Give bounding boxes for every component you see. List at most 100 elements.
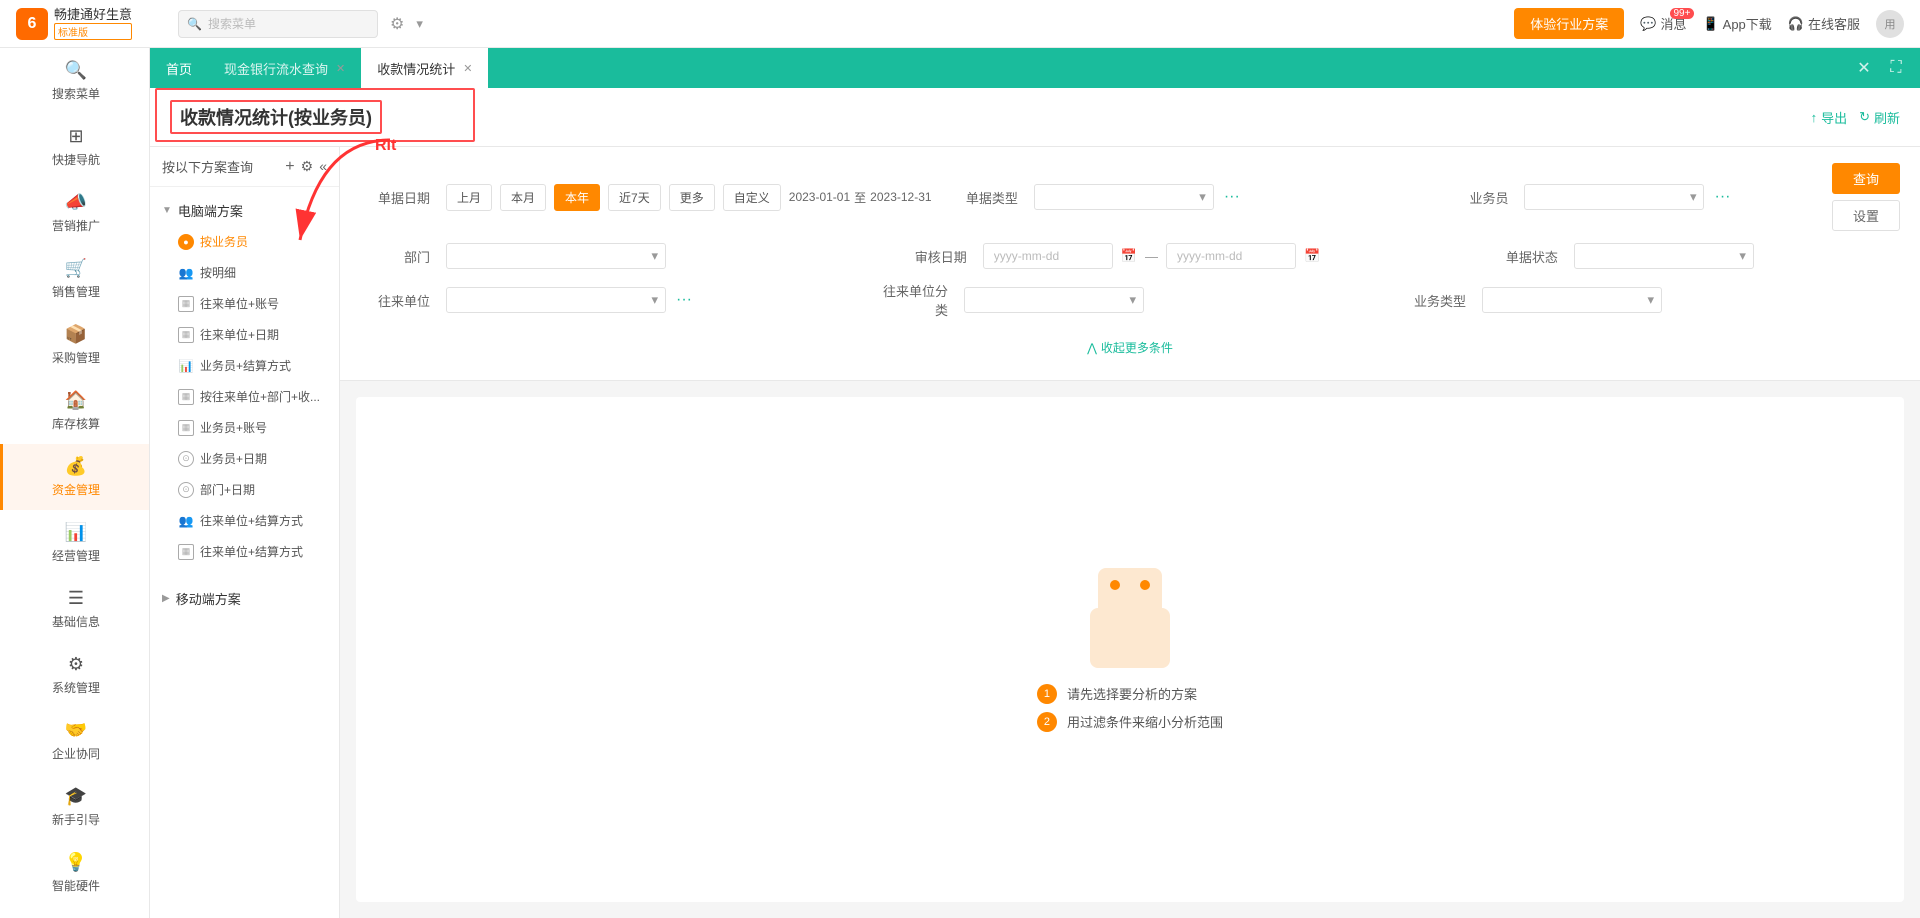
scheme-group-pc-title[interactable]: ▼ 电脑端方案	[150, 195, 339, 226]
tab-close-all[interactable]: ✕	[1852, 56, 1876, 80]
date-btn-last-month[interactable]: 上月	[446, 184, 492, 211]
partner-more[interactable]: ···	[676, 291, 692, 309]
biz-type-select[interactable]	[1482, 287, 1662, 313]
trial-button[interactable]: 体验行业方案	[1514, 8, 1624, 39]
scheme-setting-icon[interactable]: ⚙	[301, 158, 314, 176]
doc-status-select[interactable]	[1574, 243, 1754, 269]
sidebar-item-collaboration[interactable]: 🤝 企业协同	[0, 708, 149, 774]
tab-maximize[interactable]: ⛶	[1884, 56, 1908, 80]
tab-close-collection[interactable]: ✕	[463, 62, 472, 75]
doc-type-more[interactable]: ···	[1224, 188, 1240, 206]
sidebar-item-label: 经营管理	[52, 547, 100, 564]
scheme-item-partner-settle1[interactable]: 👥 往来单位+结算方式	[150, 505, 339, 536]
partner-select[interactable]	[446, 287, 666, 313]
date-from: 2023-01-01	[789, 190, 850, 204]
sidebar-item-system[interactable]: ⚙ 系统管理	[0, 642, 149, 708]
sidebar-item-marketing[interactable]: 📣 营销推广	[0, 180, 149, 246]
date-btn-this-month[interactable]: 本月	[500, 184, 546, 211]
scheme-item-partner-account[interactable]: ▦ 往来单位+账号	[150, 288, 339, 319]
sales-icon: 🛒	[65, 258, 87, 279]
refresh-button[interactable]: ↻ 刷新	[1859, 108, 1900, 127]
dept-select[interactable]	[446, 243, 666, 269]
scheme-header-actions: + ⚙ «	[285, 158, 327, 176]
collapse-icon: ⋀	[1087, 341, 1097, 355]
sidebar-item-purchase[interactable]: 📦 采购管理	[0, 312, 149, 378]
scheme-icon-grid4: ▦	[178, 420, 194, 436]
scheme-header-label: 按以下方案查询	[162, 157, 253, 176]
date-btn-custom[interactable]: 自定义	[723, 184, 781, 211]
sidebar-item-wechat[interactable]: 💬 企业微信	[0, 906, 149, 918]
collapse-button[interactable]: ⋀ 收起更多条件	[360, 331, 1900, 364]
tab-bank-flow[interactable]: 现金银行流水查询 ✕	[208, 48, 361, 88]
dept-label: 部门	[360, 247, 430, 266]
group-arrow-right: ▶	[162, 593, 170, 604]
sidebar-item-quicknav[interactable]: ⊞ 快捷导航	[0, 114, 149, 180]
user-avatar[interactable]: 用	[1876, 10, 1904, 38]
salesman-more[interactable]: ···	[1714, 188, 1730, 206]
date-btn-more[interactable]: 更多	[669, 184, 715, 211]
empty-step-2: 2 用过滤条件来缩小分析范围	[1037, 712, 1223, 732]
calendar-icon-from[interactable]: 📅	[1121, 248, 1137, 264]
date-btn-this-year[interactable]: 本年	[554, 184, 600, 211]
tab-home[interactable]: 首页	[150, 48, 208, 88]
calendar-icon-to[interactable]: 📅	[1304, 248, 1320, 264]
messages-button[interactable]: 💬 消息 99+	[1640, 14, 1686, 33]
salesman-select[interactable]	[1524, 184, 1704, 210]
tab-collection-stats[interactable]: 收款情况统计 ✕	[361, 48, 488, 88]
scheme-group-mobile-title[interactable]: ▶ 移动端方案	[150, 583, 339, 614]
scheme-group-mobile: ▶ 移动端方案	[150, 575, 339, 622]
scheme-collapse-icon[interactable]: «	[319, 158, 327, 176]
sidebar-item-search[interactable]: 🔍 搜索菜单	[0, 48, 149, 114]
top-search[interactable]: 🔍 搜索菜单	[178, 10, 378, 38]
biz-type-select-wrapper	[1482, 287, 1662, 313]
biz-type-control	[1482, 287, 1794, 313]
partner-category-select[interactable]	[964, 287, 1144, 313]
scheme-item-detail[interactable]: 👥 按明细	[150, 257, 339, 288]
tab-bar-right: ✕ ⛶	[1852, 56, 1920, 80]
scheme-icon-people2: 👥	[178, 513, 194, 529]
audit-date-from[interactable]	[983, 243, 1113, 269]
export-button[interactable]: ↑ 导出	[1811, 108, 1848, 127]
scheme-icon-grid3: ▦	[178, 389, 194, 405]
empty-state: 1 请先选择要分析的方案 2 用过滤条件来缩小分析范围	[356, 397, 1904, 902]
inventory-icon: 🏠	[65, 390, 87, 411]
date-to: 2023-12-31	[870, 190, 931, 204]
scheme-add-icon[interactable]: +	[285, 158, 294, 176]
system-icon: ⚙	[68, 654, 84, 675]
scheme-item-partner-dept[interactable]: ▦ 按往来单位+部门+收...	[150, 381, 339, 412]
message-icon: 💬	[1640, 16, 1656, 32]
online-service-button[interactable]: 🎧 在线客服	[1788, 14, 1860, 33]
scheme-item-dept-date[interactable]: ⊙ 部门+日期	[150, 474, 339, 505]
logo-text: 畅捷通好生意	[54, 7, 132, 23]
scheme-item-salesman-date[interactable]: ⊙ 业务员+日期	[150, 443, 339, 474]
sidebar: 🔍 搜索菜单 ⊞ 快捷导航 📣 营销推广 🛒 销售管理 📦 采购管理 🏠	[0, 48, 150, 918]
app-download-button[interactable]: 📱 App下载	[1702, 14, 1771, 33]
gear-icon[interactable]: ⚙	[390, 14, 404, 34]
partner-category-control	[964, 287, 1380, 313]
mobile-group-label: 移动端方案	[176, 589, 241, 608]
scheme-item-partner-settle2[interactable]: ▦ 往来单位+结算方式	[150, 536, 339, 567]
sidebar-item-label: 系统管理	[52, 679, 100, 696]
sidebar-item-sales[interactable]: 🛒 销售管理	[0, 246, 149, 312]
setting-button[interactable]: 设置	[1832, 200, 1900, 231]
scheme-item-salesman-account[interactable]: ▦ 业务员+账号	[150, 412, 339, 443]
dropdown-icon[interactable]: ▾	[416, 16, 423, 32]
sidebar-item-operations[interactable]: 📊 经营管理	[0, 510, 149, 576]
main-layout: 🔍 搜索菜单 ⊞ 快捷导航 📣 营销推广 🛒 销售管理 📦 采购管理 🏠	[0, 48, 1920, 918]
sidebar-item-inventory[interactable]: 🏠 库存核算	[0, 378, 149, 444]
audit-date-to[interactable]	[1166, 243, 1296, 269]
sidebar-item-finance[interactable]: 💰 资金管理	[0, 444, 149, 510]
sidebar-item-label: 基础信息	[52, 613, 100, 630]
query-button[interactable]: 查询	[1832, 163, 1900, 194]
sidebar-item-label: 智能硬件	[52, 877, 100, 894]
scheme-item-by-salesman[interactable]: ● 按业务员	[150, 226, 339, 257]
scheme-item-salesman-settle[interactable]: 📊 业务员+结算方式	[150, 350, 339, 381]
doc-type-select[interactable]	[1034, 184, 1214, 210]
tab-close-bank[interactable]: ✕	[336, 62, 345, 75]
sidebar-item-guide[interactable]: 🎓 新手引导	[0, 774, 149, 840]
sidebar-item-hardware[interactable]: 💡 智能硬件	[0, 840, 149, 906]
scheme-item-partner-date[interactable]: ▦ 往来单位+日期	[150, 319, 339, 350]
doc-status-label: 单据状态	[1488, 247, 1558, 266]
date-btn-7days[interactable]: 近7天	[608, 184, 661, 211]
sidebar-item-basic[interactable]: ☰ 基础信息	[0, 576, 149, 642]
